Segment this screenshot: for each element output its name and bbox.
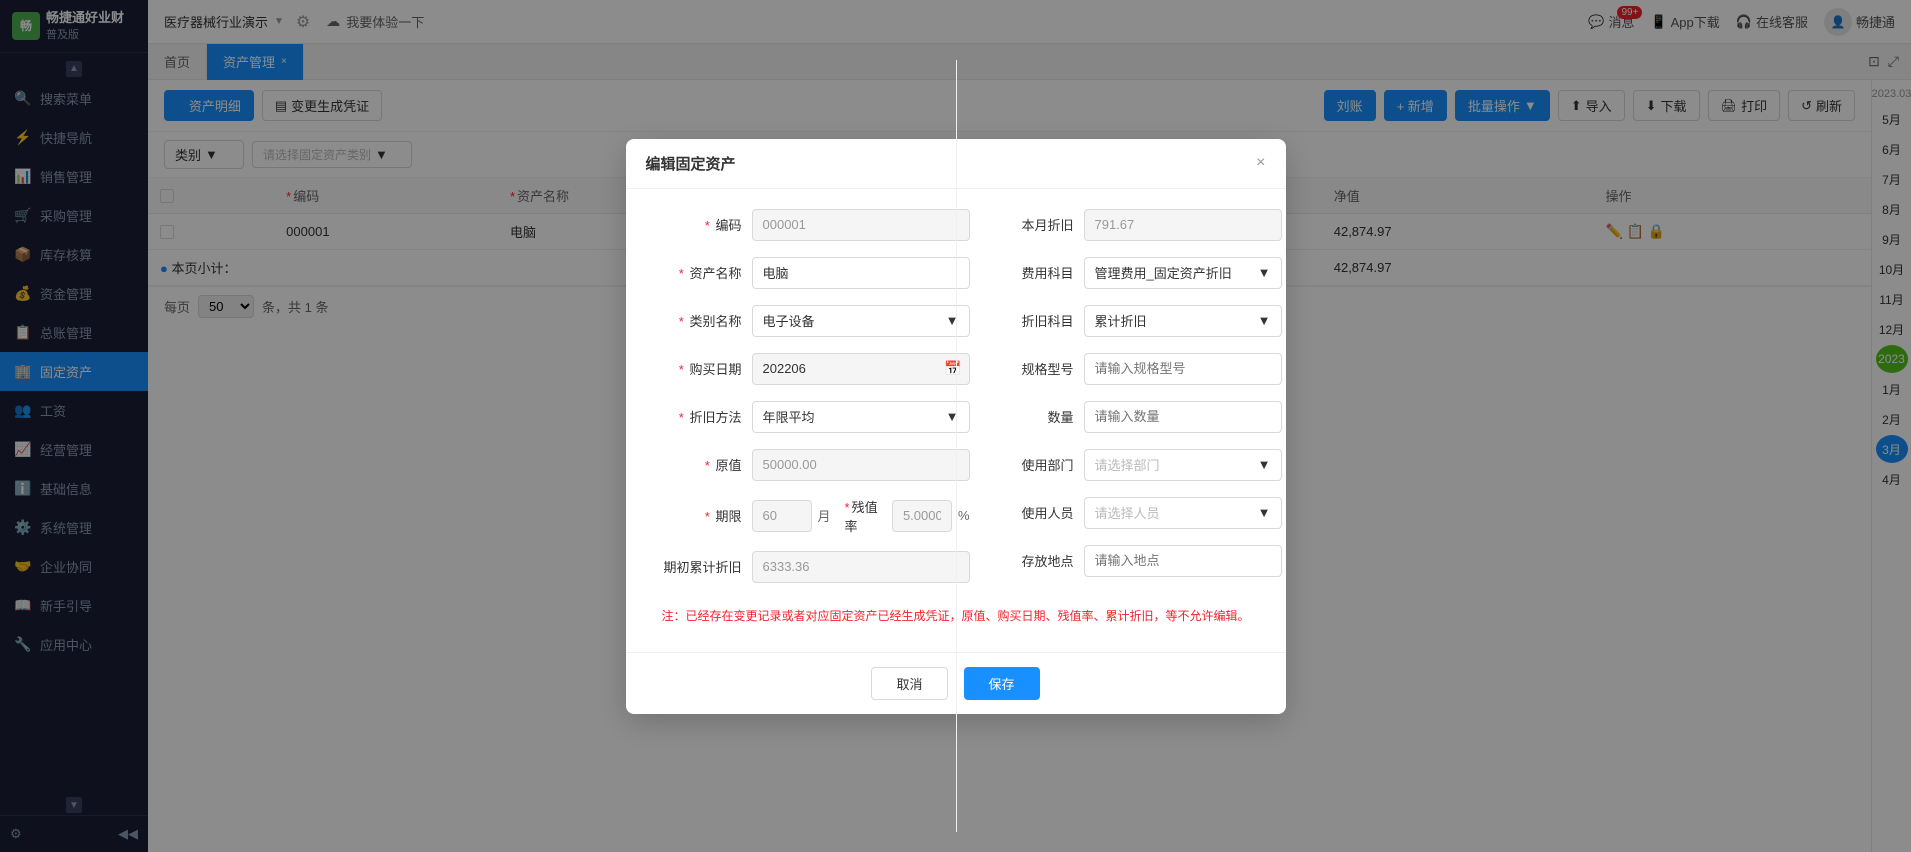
required-mark7: * — [705, 509, 710, 524]
category-select[interactable]: 电子设备 ▼ — [752, 305, 970, 337]
form-row-original-value: * 原值 — [662, 449, 970, 481]
residual-rate-label: *残值率 — [845, 497, 878, 535]
dep-account-select[interactable]: 累计折旧 ▼ — [1084, 305, 1282, 337]
user-label: 使用人员 — [994, 503, 1084, 522]
period-label: * 期限 — [662, 506, 752, 525]
form-right-col: 本月折旧 费用科目 管理费用_固定资产折旧 ▼ — [982, 209, 1286, 599]
chevron-down-icon2: ▼ — [946, 409, 959, 424]
required-mark2: * — [679, 266, 684, 281]
chevron-down-icon4: ▼ — [1258, 313, 1271, 328]
original-value-input[interactable] — [752, 449, 970, 481]
chevron-down-icon6: ▼ — [1258, 505, 1271, 520]
form-row-department: 使用部门 请选择部门 ▼ — [994, 449, 1282, 481]
dep-method-select[interactable]: 年限平均 ▼ — [752, 401, 970, 433]
chevron-down-icon5: ▼ — [1258, 457, 1271, 472]
period-unit: 月 — [818, 506, 831, 525]
residual-rate-input[interactable] — [892, 500, 952, 532]
department-label: 使用部门 — [994, 455, 1084, 474]
purchase-date-input[interactable] — [752, 353, 970, 385]
modal-title: 编辑固定资产 — [646, 153, 736, 174]
dep-method-label: * 折旧方法 — [662, 407, 752, 426]
required-mark4: * — [679, 362, 684, 377]
required-mark6: * — [705, 458, 710, 473]
form-grid: * 编码 * 资产名称 — [650, 209, 1262, 599]
monthly-dep-input[interactable] — [1084, 209, 1282, 241]
modal-body: * 编码 * 资产名称 — [626, 189, 1286, 652]
form-row-dep-method: * 折旧方法 年限平均 ▼ — [662, 401, 970, 433]
expense-account-select[interactable]: 管理费用_固定资产折旧 ▼ — [1084, 257, 1282, 289]
monthly-dep-label: 本月折旧 — [994, 215, 1084, 234]
form-row-expense-account: 费用科目 管理费用_固定资产折旧 ▼ — [994, 257, 1282, 289]
category-label: * 类别名称 — [662, 311, 752, 330]
form-row-initial-dep: 期初累计折旧 — [662, 551, 970, 583]
residual-rate-unit: % — [958, 508, 970, 523]
form-divider — [956, 139, 957, 714]
code-input[interactable] — [752, 209, 970, 241]
save-button[interactable]: 保存 — [964, 667, 1040, 700]
form-row-location: 存放地点 — [994, 545, 1282, 577]
dep-account-label: 折旧科目 — [994, 311, 1084, 330]
user-select[interactable]: 请选择人员 ▼ — [1084, 497, 1282, 529]
original-value-label: * 原值 — [662, 455, 752, 474]
chevron-down-icon3: ▼ — [1258, 265, 1271, 280]
initial-dep-label: 期初累计折旧 — [662, 557, 752, 576]
required-mark5: * — [679, 410, 684, 425]
chevron-down-icon: ▼ — [946, 313, 959, 328]
department-select[interactable]: 请选择部门 ▼ — [1084, 449, 1282, 481]
form-row-period: * 期限 月 *残值率 % — [662, 497, 970, 535]
modal-overlay: 编辑固定资产 × * 编码 — [0, 0, 1911, 852]
initial-dep-input[interactable] — [752, 551, 970, 583]
form-row-purchase-date: * 购买日期 📅 — [662, 353, 970, 385]
period-inline: 月 *残值率 % — [752, 497, 970, 535]
form-row-spec: 规格型号 — [994, 353, 1282, 385]
name-label: * 资产名称 — [662, 263, 752, 282]
purchase-date-label: * 购买日期 — [662, 359, 752, 378]
required-mark3: * — [679, 314, 684, 329]
form-left-col: * 编码 * 资产名称 — [650, 209, 982, 599]
modal-close-btn[interactable]: × — [1256, 154, 1265, 172]
form-row-dep-account: 折旧科目 累计折旧 ▼ — [994, 305, 1282, 337]
location-label: 存放地点 — [994, 551, 1084, 570]
quantity-label: 数量 — [994, 407, 1084, 426]
expense-account-label: 费用科目 — [994, 263, 1084, 282]
edit-asset-modal: 编辑固定资产 × * 编码 — [626, 139, 1286, 714]
code-label: * 编码 — [662, 215, 752, 234]
quantity-input[interactable] — [1084, 401, 1282, 433]
cancel-button[interactable]: 取消 — [871, 667, 947, 700]
spec-input[interactable] — [1084, 353, 1282, 385]
form-row-quantity: 数量 — [994, 401, 1282, 433]
form-row-name: * 资产名称 — [662, 257, 970, 289]
form-row-code: * 编码 — [662, 209, 970, 241]
form-row-user: 使用人员 请选择人员 ▼ — [994, 497, 1282, 529]
name-input[interactable] — [752, 257, 970, 289]
required-mark: * — [705, 218, 710, 233]
calendar-icon: 📅 — [944, 360, 961, 377]
form-row-category: * 类别名称 电子设备 ▼ — [662, 305, 970, 337]
form-row-monthly-dep: 本月折旧 — [994, 209, 1282, 241]
location-input[interactable] — [1084, 545, 1282, 577]
period-input[interactable] — [752, 500, 812, 532]
spec-label: 规格型号 — [994, 359, 1084, 378]
purchase-date-wrapper: 📅 — [752, 353, 970, 385]
